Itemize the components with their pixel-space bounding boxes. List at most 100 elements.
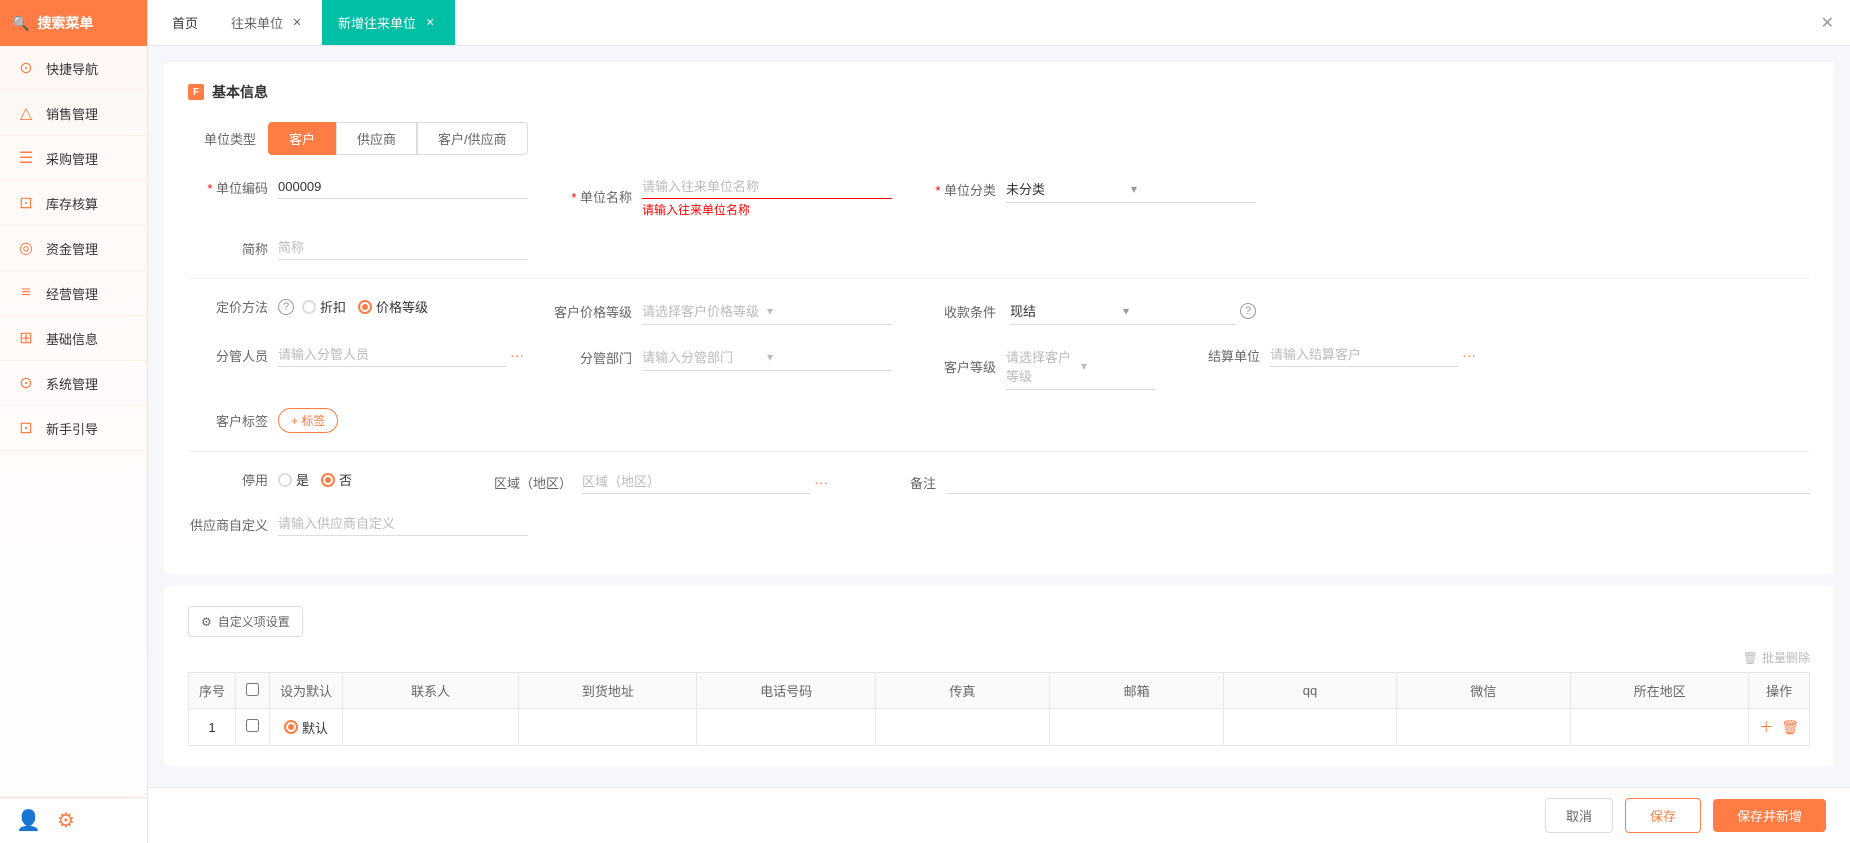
content-area: F 基本信息 单位类型 客户 供应商 客户/供应商 单位编码 单位名称 [148, 46, 1850, 787]
cancel-button[interactable]: 取消 [1545, 798, 1613, 833]
row-default-radio[interactable] [284, 720, 298, 734]
sidebar-item-label: 系统管理 [46, 374, 98, 393]
row-delete-button[interactable]: 🗑 [1781, 719, 1799, 736]
customer-price-level-placeholder: 请选择客户价格等级 [642, 301, 767, 320]
supplier-custom-input[interactable] [278, 512, 528, 536]
col-checkbox[interactable] [236, 673, 270, 709]
custom-settings-button[interactable]: ⚙ 自定义项设置 [188, 606, 303, 637]
row-phone-input[interactable] [707, 720, 864, 735]
row-address[interactable] [519, 709, 697, 746]
tab-home[interactable]: 首页 [156, 0, 215, 45]
form-row-manager: 分管人员 ··· 分管部门 请输入分管部门 ▾ 客户等级 请选择客户等级 [188, 343, 1810, 390]
pricing-discount-option[interactable]: 折扣 [302, 297, 346, 316]
sidebar-item-quick-nav[interactable]: ⊙ 快捷导航 [0, 46, 147, 91]
form-row-shortname: 简称 [188, 236, 1810, 260]
unit-name-input[interactable] [642, 175, 892, 199]
settlement-input[interactable] [1270, 343, 1458, 367]
select-all-checkbox[interactable] [246, 683, 259, 696]
sidebar-item-finance[interactable]: ◎ 资金管理 [0, 226, 147, 271]
region-input[interactable] [582, 470, 810, 494]
tab-new-partner-close[interactable]: ✕ [422, 15, 438, 31]
remark-input[interactable] [946, 470, 1810, 494]
type-btn-customer[interactable]: 客户 [268, 122, 336, 155]
row-email-input[interactable] [1060, 720, 1213, 735]
row-default-radio-item[interactable]: 默认 [280, 718, 332, 737]
save-new-button[interactable]: 保存并新增 [1713, 799, 1826, 832]
settlement-more-btn[interactable]: ··· [1458, 347, 1480, 363]
tab-partners[interactable]: 往来单位 ✕ [215, 0, 322, 45]
customer-level-label: 客户等级 [916, 357, 1006, 376]
row-region[interactable] [1570, 709, 1748, 746]
sidebar-search[interactable]: 🔍 搜索菜单 [0, 0, 147, 46]
batch-delete-row[interactable]: 🗑 批量删除 [188, 649, 1810, 666]
contact-table-card: ⚙ 自定义项设置 🗑 批量删除 序号 设为默认 联系人 到货地址 电话号码 传真 [164, 586, 1834, 766]
pricing-discount-radio[interactable] [302, 300, 316, 314]
row-contact-input[interactable] [353, 720, 508, 735]
disable-yes-radio[interactable] [278, 473, 292, 487]
region-more-btn[interactable]: ··· [810, 474, 832, 490]
dept-field: 分管部门 请输入分管部门 ▾ [552, 343, 892, 371]
dept-select[interactable]: 请输入分管部门 ▾ [642, 343, 892, 371]
row-phone[interactable] [697, 709, 875, 746]
disable-yes-option[interactable]: 是 [278, 470, 309, 489]
row-wechat-input[interactable] [1407, 720, 1560, 735]
row-select-checkbox[interactable] [246, 719, 259, 732]
unit-code-input[interactable] [278, 175, 528, 199]
col-actions: 操作 [1749, 673, 1810, 709]
sidebar-item-purchase[interactable]: ☰ 采购管理 [0, 136, 147, 181]
sidebar-item-guide[interactable]: ⊡ 新手引导 [0, 406, 147, 451]
tab-new-partner[interactable]: 新增往来单位 ✕ [322, 0, 455, 45]
short-name-field: 简称 [188, 236, 528, 260]
form-row-basic: 单位编码 单位名称 请输入往来单位名称 单位分类 未分类 ▾ [188, 175, 1810, 218]
short-name-input[interactable] [278, 236, 528, 260]
payment-terms-help-icon[interactable]: ? [1240, 303, 1256, 319]
tag-add-button[interactable]: + 标签 [278, 408, 338, 433]
type-btn-supplier[interactable]: 供应商 [336, 122, 417, 155]
customer-level-field: 客户等级 请选择客户等级 ▾ [916, 343, 1156, 390]
sidebar-item-label: 资金管理 [46, 239, 98, 258]
customer-price-level-field: 客户价格等级 请选择客户价格等级 ▾ [552, 297, 892, 325]
save-button[interactable]: 保存 [1625, 798, 1701, 833]
sidebar-item-system[interactable]: ⊙ 系统管理 [0, 361, 147, 406]
type-btn-both[interactable]: 客户/供应商 [417, 122, 528, 155]
row-email[interactable] [1049, 709, 1223, 746]
row-contact[interactable] [343, 709, 519, 746]
manager-input[interactable] [278, 343, 506, 367]
row-qq-input[interactable] [1234, 720, 1386, 735]
sidebar-item-sales[interactable]: △ 销售管理 [0, 91, 147, 136]
row-checkbox[interactable] [236, 709, 270, 746]
row-fax-input[interactable] [886, 720, 1039, 735]
sidebar-item-inventory[interactable]: ⊡ 库存核算 [0, 181, 147, 226]
section-title-text: 基本信息 [212, 82, 268, 102]
sidebar-item-basic[interactable]: ⊞ 基础信息 [0, 316, 147, 361]
row-add-button[interactable]: ＋ [1759, 717, 1773, 737]
row-qq[interactable] [1224, 709, 1397, 746]
sidebar-item-label: 基础信息 [46, 329, 98, 348]
supplier-custom-label: 供应商自定义 [188, 515, 278, 534]
settings-icon[interactable]: ⚙ [57, 808, 75, 833]
row-region-input[interactable] [1581, 720, 1738, 735]
unit-category-field: 单位分类 未分类 ▾ [916, 175, 1256, 203]
pricing-level-option[interactable]: 价格等级 [358, 297, 428, 316]
pricing-level-radio[interactable] [358, 300, 372, 314]
row-address-input[interactable] [529, 720, 686, 735]
user-icon[interactable]: 👤 [16, 808, 41, 833]
manager-more-btn[interactable]: ··· [506, 347, 528, 363]
row-wechat[interactable] [1396, 709, 1570, 746]
sidebar-item-label: 经营管理 [46, 284, 98, 303]
col-qq: qq [1224, 673, 1397, 709]
disable-no-radio[interactable] [321, 473, 335, 487]
tab-partners-close[interactable]: ✕ [289, 15, 305, 31]
sidebar-item-operations[interactable]: ≡ 经营管理 [0, 271, 147, 316]
unit-category-select[interactable]: 未分类 ▾ [1006, 175, 1256, 203]
customer-level-select[interactable]: 请选择客户等级 ▾ [1006, 343, 1156, 390]
sidebar-item-label: 销售管理 [46, 104, 98, 123]
customer-price-level-label: 客户价格等级 [552, 302, 642, 321]
pricing-help-icon[interactable]: ? [278, 299, 294, 315]
row-fax[interactable] [875, 709, 1049, 746]
customer-price-level-select[interactable]: 请选择客户价格等级 ▾ [642, 297, 892, 325]
tab-bar-close-all[interactable]: ✕ [1813, 13, 1842, 33]
disable-no-option[interactable]: 否 [321, 470, 352, 489]
payment-terms-select[interactable]: 现结 ▾ [1010, 297, 1236, 325]
tags-label: 客户标签 [188, 411, 278, 430]
